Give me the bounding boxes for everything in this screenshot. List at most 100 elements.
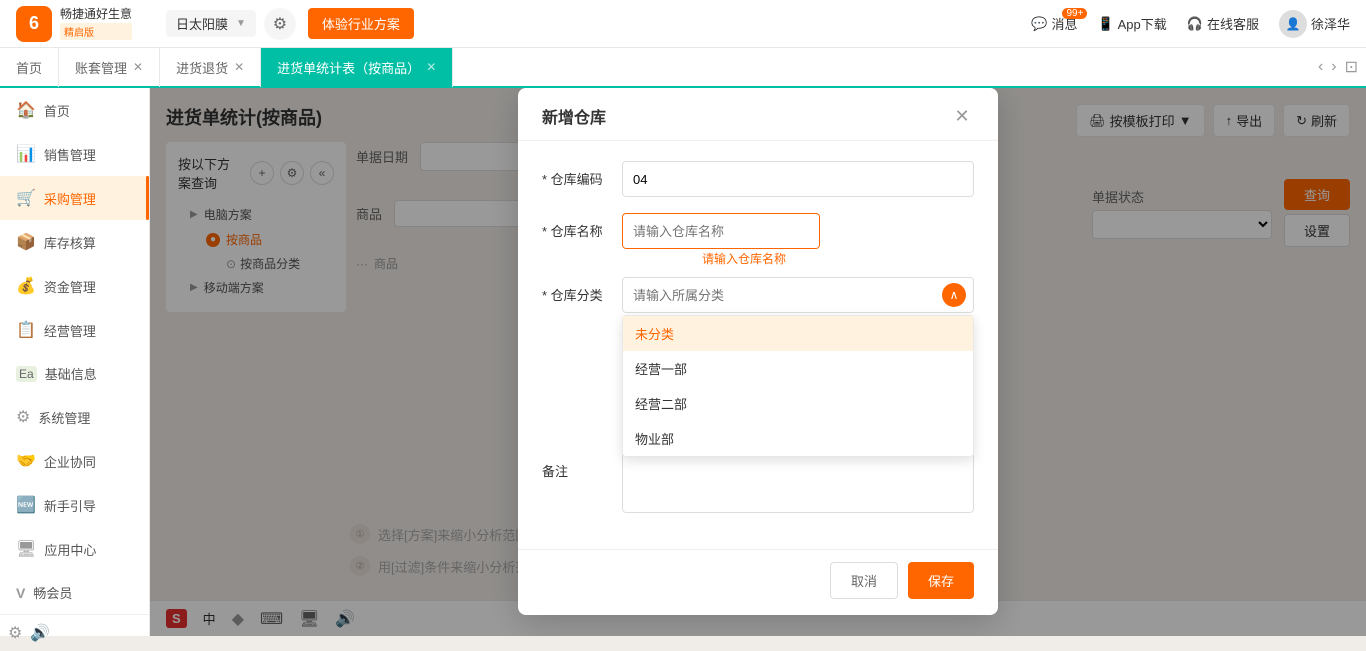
sidebar-label-inventory: 库存核算 [44,233,96,252]
app-logo-icon: 6 [16,6,52,42]
sidebar-item-home[interactable]: 🏠 首页 [0,88,149,132]
message-item[interactable]: 💬 消息 99+ [1031,14,1077,33]
dropdown-item-property[interactable]: 物业部 [623,421,973,456]
cancel-button[interactable]: 取消 [830,562,898,599]
note-textarea[interactable] [622,453,974,513]
sidebar-item-sales[interactable]: 📊 销售管理 [0,132,149,176]
sidebar-item-purchase[interactable]: 🛒 采购管理 [0,176,149,220]
sidebar-sound-icon[interactable]: 🔊 [30,623,50,643]
dropdown-item-dept1[interactable]: 经营一部 [623,351,973,386]
store-arrow-icon: ▼ [236,18,246,29]
sidebar-label-guide: 新手引导 [44,496,96,515]
logo-tag: 精启版 [60,23,132,40]
store-name: 日太阳膜 [176,14,228,33]
user-name: 徐泽华 [1311,14,1350,33]
tab-controls: ‹ › ⊡ [1318,57,1366,77]
dropdown-arrow-icon[interactable]: ∧ [942,283,966,307]
sidebar-item-enterprise[interactable]: 🤝 企业协同 [0,439,149,483]
sidebar-item-appcenter[interactable]: 🖥 应用中心 [0,527,149,571]
sidebar-label-system: 系统管理 [38,408,90,427]
sidebar-label-finance: 资金管理 [44,277,96,296]
member-icon: V [16,585,25,601]
tab-purchase-stat-label: 进货单统计表（按商品） [277,58,420,77]
category-input[interactable] [622,277,974,313]
modal-body: * 仓库编码 * 仓库名称 请输入仓库名称 * 仓库分类 ∧ [518,141,998,549]
tab-home[interactable]: 首页 [0,47,59,87]
sidebar-item-operation[interactable]: 📋 经营管理 [0,308,149,352]
trial-button[interactable]: 体验行业方案 [308,8,414,39]
name-input[interactable] [622,213,820,249]
inventory-icon: 📦 [16,232,36,252]
guide-icon: 🆕 [16,495,36,515]
modal-header: 新增仓库 ✕ [518,88,998,141]
sidebar-label-member: 畅会员 [33,583,72,602]
purchase-icon: 🛒 [16,188,36,208]
message-icon: 💬 [1031,16,1047,32]
sidebar-label-operation: 经营管理 [44,321,96,340]
top-header: 6 畅捷通好生意 精启版 日太阳膜 ▼ ⚙ 体验行业方案 💬 消息 99+ 📱 … [0,0,1366,48]
sidebar-settings-icon[interactable]: ⚙ [8,623,22,643]
app-download-label: App下载 [1118,14,1167,33]
tab-account-close-icon[interactable]: ✕ [133,60,143,74]
note-label: 备注 [542,453,622,480]
settings-icon[interactable]: ⚙ [264,8,296,40]
appcenter-icon: 🖥 [16,539,36,559]
home-icon: 🏠 [16,100,36,120]
headset-icon: 🎧 [1187,16,1203,32]
dropdown-item-uncategorized[interactable]: 未分类 [623,316,973,351]
app-download-icon: 📱 [1097,16,1113,32]
dropdown-item-dept2[interactable]: 经营二部 [623,386,973,421]
system-icon: ⚙ [16,407,30,427]
form-row-note: 备注 [542,453,974,513]
sidebar-item-inventory[interactable]: 📦 库存核算 [0,220,149,264]
tab-purchase-return-label: 进货退货 [176,58,228,77]
operation-icon: 📋 [16,320,36,340]
tab-purchase-stat-close-icon[interactable]: ✕ [426,60,436,74]
tab-home-label: 首页 [16,58,42,77]
sidebar-label-basic: 基础信息 [45,364,97,383]
sidebar-item-finance[interactable]: 💰 资金管理 [0,264,149,308]
form-row-name: * 仓库名称 请输入仓库名称 [542,213,974,249]
basic-icon: Ea [16,366,37,382]
tab-purchase-return-close-icon[interactable]: ✕ [234,60,244,74]
tab-scroll-left-icon[interactable]: ‹ [1318,58,1323,76]
online-service-label: 在线客服 [1207,14,1259,33]
tab-purchase-return[interactable]: 进货退货 ✕ [160,47,261,87]
category-dropdown-wrapper: ∧ 未分类 经营一部 经营二部 物业部 [622,277,974,313]
sidebar-item-basic[interactable]: Ea 基础信息 [0,352,149,395]
active-indicator [146,176,149,220]
sidebar-label-appcenter: 应用中心 [44,540,96,559]
tab-account-label: 账套管理 [75,58,127,77]
tab-bar: 首页 账套管理 ✕ 进货退货 ✕ 进货单统计表（按商品） ✕ ‹ › ⊡ [0,48,1366,88]
sidebar-item-guide[interactable]: 🆕 新手引导 [0,483,149,527]
app-download-item[interactable]: 📱 App下载 [1097,14,1166,33]
store-selector[interactable]: 日太阳膜 ▼ [166,10,256,37]
modal-title: 新增仓库 [542,104,606,128]
code-input[interactable] [622,161,974,197]
name-label: * 仓库名称 [542,213,622,240]
sidebar-item-member[interactable]: V 畅会员 [0,571,149,614]
tab-scroll-right-icon[interactable]: › [1331,58,1336,76]
sidebar-item-system[interactable]: ⚙ 系统管理 [0,395,149,439]
enterprise-icon: 🤝 [16,451,36,471]
name-error-msg: 请输入仓库名称 [702,250,786,267]
user-item[interactable]: 👤 徐泽华 [1279,10,1350,38]
logo-area: 6 畅捷通好生意 精启版 [16,6,166,42]
category-dropdown-list: 未分类 经营一部 经营二部 物业部 [622,315,974,457]
category-label: * 仓库分类 [542,277,622,304]
online-service-item[interactable]: 🎧 在线客服 [1187,14,1259,33]
modal-footer: 取消 保存 [518,549,998,615]
tab-purchase-stat[interactable]: 进货单统计表（按商品） ✕ [261,47,453,87]
message-badge: 99+ [1062,8,1087,19]
sidebar-label-purchase: 采购管理 [44,189,96,208]
sales-icon: 📊 [16,144,36,164]
content-area: 进货单统计(按商品) 🖨 按模板打印 ▼ ↑ 导出 ↻ 刷新 按以下方案查 [150,88,1366,636]
add-warehouse-modal: 新增仓库 ✕ * 仓库编码 * 仓库名称 请输入仓库名称 [518,88,998,615]
save-button[interactable]: 保存 [908,562,974,599]
tab-maximize-icon[interactable]: ⊡ [1345,57,1358,77]
modal-close-button[interactable]: ✕ [950,104,974,128]
logo-text-area: 畅捷通好生意 精启版 [60,7,132,40]
tab-account[interactable]: 账套管理 ✕ [59,47,160,87]
header-right: 💬 消息 99+ 📱 App下载 🎧 在线客服 👤 徐泽华 [1031,10,1350,38]
form-row-code: * 仓库编码 [542,161,974,197]
